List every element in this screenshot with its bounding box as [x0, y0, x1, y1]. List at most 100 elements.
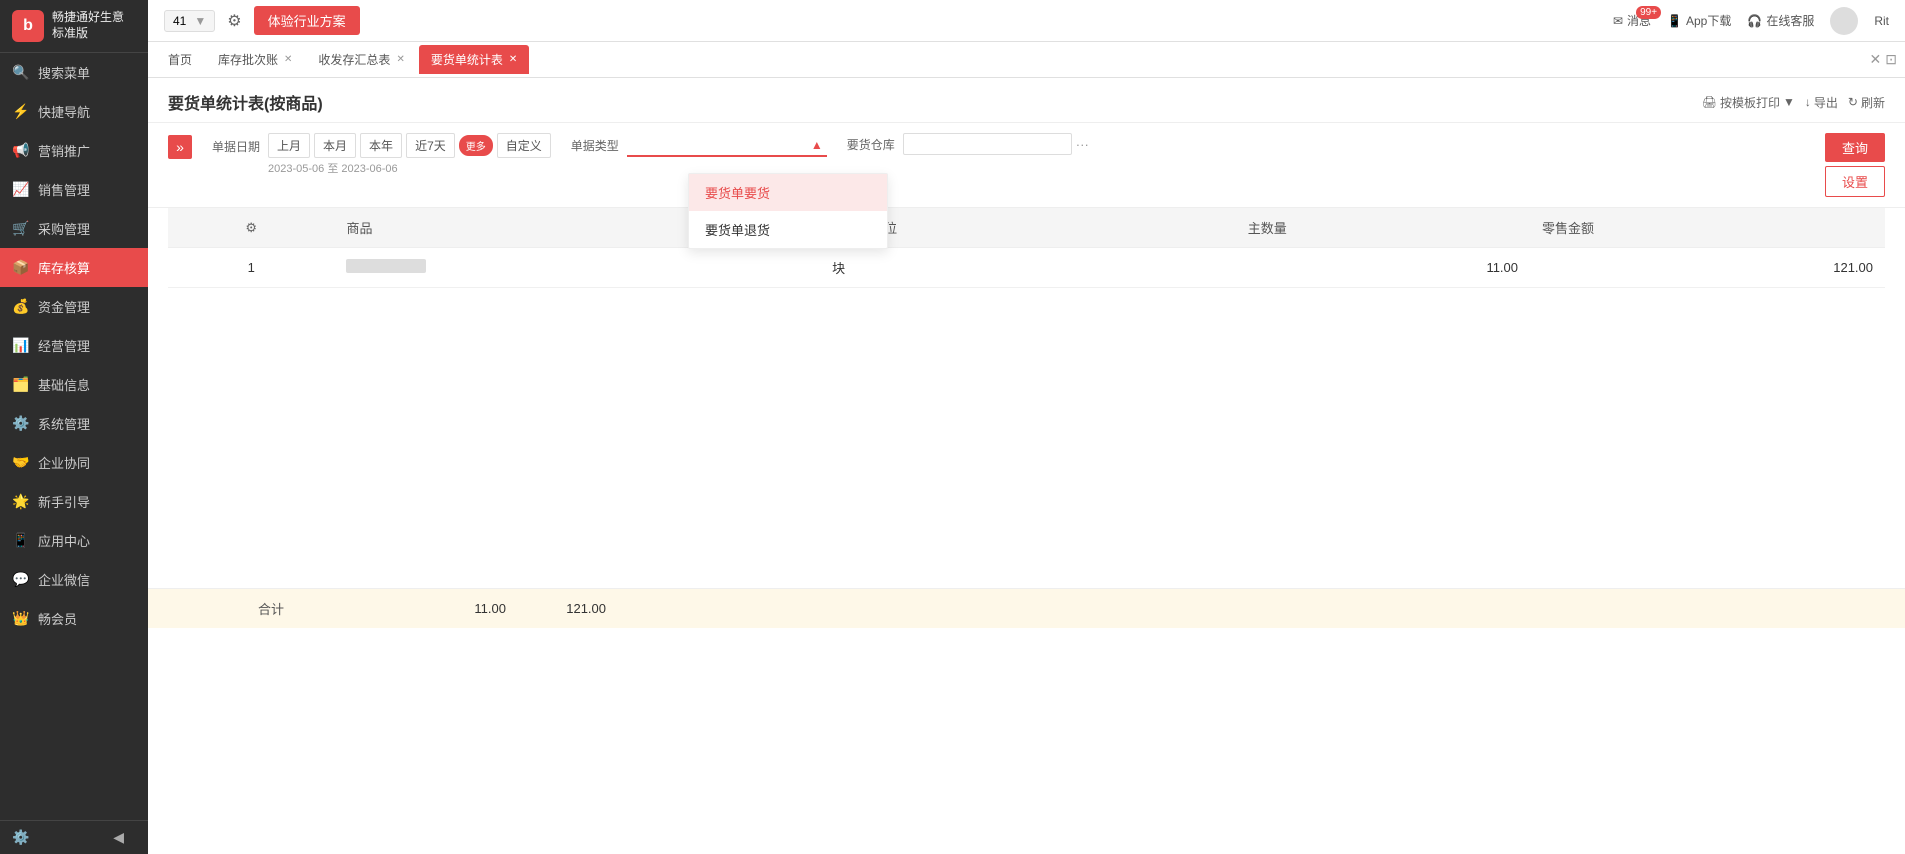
filter-right-actions: 查询 设置: [1825, 133, 1885, 197]
sidebar-label-system: 系统管理: [38, 414, 90, 433]
sidebar-icon-basic-info: 🗂️: [12, 376, 30, 394]
sidebar-icon-finance: 💰: [12, 298, 30, 316]
sidebar-item-system[interactable]: ⚙️ 系统管理: [0, 404, 148, 443]
date-buttons-row: 上月 本月 本年 近7天 更多 自定义: [268, 133, 551, 158]
tab-要货单统计表[interactable]: 要货单统计表✕: [419, 45, 529, 74]
col-header-quantity: 主数量: [1236, 208, 1530, 248]
tab-close-icon[interactable]: ✕: [396, 54, 404, 65]
sidebar-item-marketing[interactable]: 📢 营销推广: [0, 131, 148, 170]
date-filter-label: 单据日期: [212, 133, 260, 155]
row-amount: 121.00: [1530, 248, 1885, 288]
sidebar-item-sales[interactable]: 📈 销售管理: [0, 170, 148, 209]
tab-label: 首页: [168, 51, 192, 68]
filter-bar: » 单据日期 上月 本月 本年 近7天 更多 自定义 2023-05-06 至 …: [148, 123, 1905, 208]
collapse-icon[interactable]: ◀: [113, 829, 124, 846]
filter-dates: 上月 本月 本年 近7天 更多 自定义 2023-05-06 至 2023-06…: [268, 133, 551, 176]
tab-close-icon[interactable]: ✕: [284, 54, 292, 65]
warehouse-filter-input[interactable]: [903, 133, 1072, 155]
date-btn-7days[interactable]: 近7天: [406, 133, 455, 158]
topbar: 41 ▼ ⚙ 体验行业方案 ✉ 消息 99+ 📱 App下载 🎧 在线客服 Ri…: [148, 0, 1905, 42]
sidebar-item-member[interactable]: 👑 畅会员: [0, 599, 148, 638]
store-selector[interactable]: 41 ▼: [164, 10, 215, 32]
sidebar-item-search[interactable]: 🔍 搜索菜单: [0, 53, 148, 92]
table-area: ⚙ 商品 主计量单位 主数量 零售金额 1 块 11.00 121.00: [148, 208, 1905, 288]
table-header-row: ⚙ 商品 主计量单位 主数量 零售金额: [168, 208, 1885, 248]
refresh-icon: ↻: [1848, 95, 1858, 109]
type-filter-input[interactable]: [627, 133, 827, 157]
print-icon: 🖨: [1702, 95, 1717, 109]
filter-expand-button[interactable]: »: [168, 135, 192, 159]
tab-收发存汇总表[interactable]: 收发存汇总表 ✕: [306, 45, 416, 74]
tab-库存批次账[interactable]: 库存批次账✕: [206, 45, 304, 74]
date-range-text: 2023-05-06 至 2023-06-06: [268, 160, 551, 176]
sidebar-item-guide[interactable]: 🌟 新手引导: [0, 482, 148, 521]
sidebar-item-app-center[interactable]: 📱 应用中心: [0, 521, 148, 560]
date-btn-more[interactable]: 更多: [459, 135, 493, 156]
date-btn-custom[interactable]: 自定义: [497, 133, 551, 158]
sidebar-logo: b 畅捷通好生意 标准版: [0, 0, 148, 53]
main-content: 41 ▼ ⚙ 体验行业方案 ✉ 消息 99+ 📱 App下载 🎧 在线客服 Ri…: [148, 0, 1905, 854]
sidebar-item-quick-nav[interactable]: ⚡ 快捷导航: [0, 92, 148, 131]
industry-button[interactable]: 体验行业方案: [254, 6, 360, 35]
app-logo-text: 畅捷通好生意 标准版: [52, 10, 124, 41]
notification-button[interactable]: ✉ 消息 99+: [1613, 12, 1651, 29]
sidebar-icon-member: 👑: [12, 610, 30, 628]
online-service-button[interactable]: 🎧 在线客服: [1747, 12, 1814, 29]
export-button[interactable]: ↓ 导出: [1805, 94, 1838, 111]
dropdown-option[interactable]: 要货单要货: [689, 174, 887, 211]
page-header: 要货单统计表(按商品) 🖨 按模板打印 ▼ ↓ 导出 ↻ 刷新: [148, 78, 1905, 123]
type-filter-select[interactable]: ▲: [627, 133, 827, 157]
print-button[interactable]: 🖨 按模板打印 ▼: [1702, 94, 1795, 111]
settings-button[interactable]: 设置: [1825, 166, 1885, 197]
page-area: 要货单统计表(按商品) 🖨 按模板打印 ▼ ↓ 导出 ↻ 刷新 »: [148, 78, 1905, 854]
topbar-right: ✉ 消息 99+ 📱 App下载 🎧 在线客服 Rit: [1613, 7, 1889, 35]
tab-close-icon[interactable]: ✕: [509, 54, 517, 65]
tab-close-window-button[interactable]: ✕: [1870, 51, 1882, 68]
dropdown-option[interactable]: 要货单退货: [689, 211, 887, 248]
type-filter-group: 单据类型 ▲: [571, 133, 827, 157]
footer-label: 合计: [218, 599, 418, 618]
sidebar-item-purchase[interactable]: 🛒 采购管理: [0, 209, 148, 248]
date-btn-last-month[interactable]: 上月: [268, 133, 310, 158]
sidebar-icon-quick-nav: ⚡: [12, 103, 30, 121]
tabs-bar: 首页库存批次账✕收发存汇总表✕要货单统计表✕ ✕ ⊡: [148, 42, 1905, 78]
tab-expand-window-button[interactable]: ⊡: [1885, 51, 1897, 68]
row-index: 1: [168, 248, 334, 288]
sidebar-label-sales: 销售管理: [38, 180, 90, 199]
table-settings-header[interactable]: ⚙: [168, 208, 334, 248]
notification-badge: 99+: [1636, 6, 1661, 19]
app-download-button[interactable]: 📱 App下载: [1667, 12, 1731, 29]
headset-icon: 🎧: [1747, 14, 1762, 28]
sidebar-item-operations[interactable]: 📊 经营管理: [0, 326, 148, 365]
warehouse-more-icon[interactable]: ···: [1076, 137, 1089, 152]
tab-首页[interactable]: 首页: [156, 45, 204, 74]
refresh-button[interactable]: ↻ 刷新: [1848, 94, 1885, 111]
topbar-gear-icon[interactable]: ⚙: [227, 11, 241, 31]
sidebar-icon-operations: 📊: [12, 337, 30, 355]
user-avatar[interactable]: [1830, 7, 1858, 35]
sidebar-item-inventory[interactable]: 📦 库存核算: [0, 248, 148, 287]
date-filter-group: 单据日期 上月 本月 本年 近7天 更多 自定义 2023-05-06 至 20…: [212, 133, 551, 176]
sidebar-label-finance: 资金管理: [38, 297, 90, 316]
footer-amount: 121.00: [518, 601, 618, 616]
sidebar-item-weixin[interactable]: 💬 企业微信: [0, 560, 148, 599]
sidebar-item-finance[interactable]: 💰 资金管理: [0, 287, 148, 326]
sidebar-item-cooperation[interactable]: 🤝 企业协同: [0, 443, 148, 482]
type-filter-arrow-icon[interactable]: ▲: [811, 138, 823, 152]
row-product: [334, 248, 820, 288]
table-row: 1 块 11.00 121.00: [168, 248, 1885, 288]
warehouse-filter-group: 要货仓库 ···: [847, 133, 1089, 155]
date-btn-this-month[interactable]: 本月: [314, 133, 356, 158]
filter-action-buttons: 查询 设置: [1825, 133, 1885, 197]
sidebar-icon-guide: 🌟: [12, 493, 30, 511]
tab-label: 收发存汇总表: [318, 51, 390, 68]
app-download-icon: 📱: [1667, 14, 1682, 28]
sidebar-label-guide: 新手引导: [38, 492, 90, 511]
settings-icon[interactable]: ⚙️: [12, 829, 29, 846]
sidebar-bottom: ⚙️ ◀: [0, 820, 148, 854]
date-btn-this-year[interactable]: 本年: [360, 133, 402, 158]
sidebar: b 畅捷通好生意 标准版 🔍 搜索菜单 ⚡ 快捷导航 📢 营销推广 📈 销售管理…: [0, 0, 148, 854]
query-button[interactable]: 查询: [1825, 133, 1885, 162]
store-value: 41: [173, 14, 186, 28]
sidebar-item-basic-info[interactable]: 🗂️ 基础信息: [0, 365, 148, 404]
